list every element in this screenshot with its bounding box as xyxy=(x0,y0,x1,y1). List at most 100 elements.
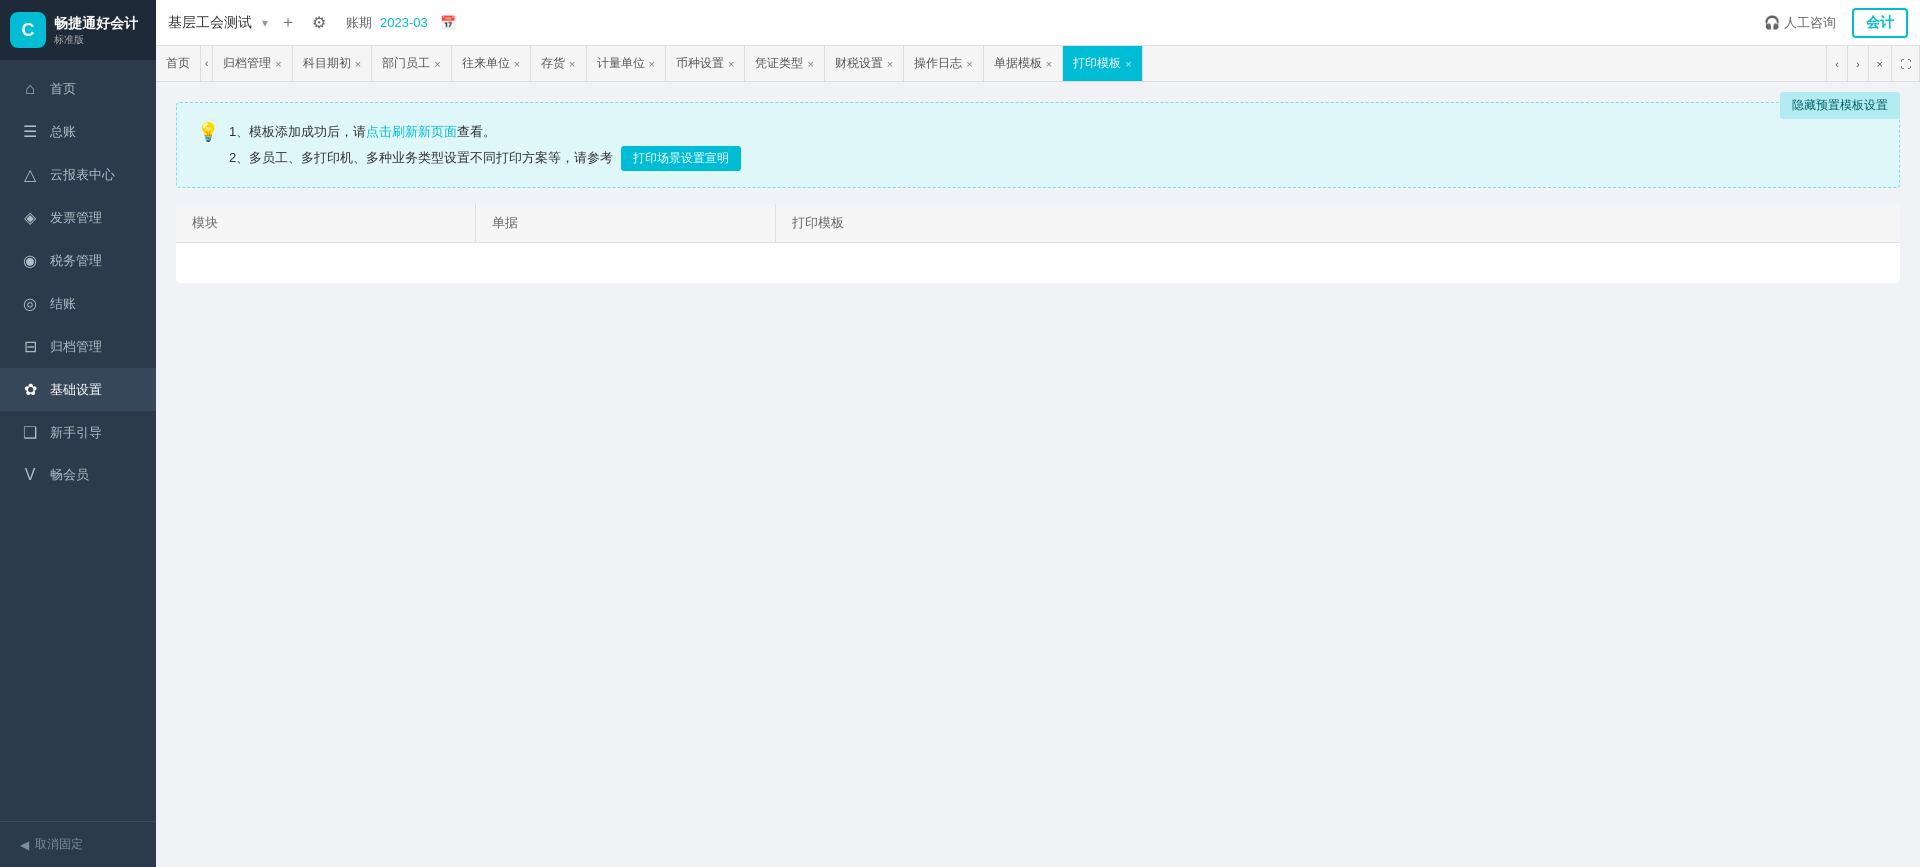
sidebar-item-ledger[interactable]: ☰ 总账 xyxy=(0,110,156,153)
logo-sub-text: 标准版 xyxy=(54,33,138,46)
table-header: 模块 单据 打印模板 xyxy=(176,204,1900,243)
sidebar-item-settings[interactable]: ✿ 基础设置 xyxy=(0,368,156,411)
sidebar-item-reports[interactable]: △ 云报表中心 xyxy=(0,153,156,196)
table-body xyxy=(176,243,1900,283)
col-module: 模块 xyxy=(176,204,476,242)
tab-subject-init-label: 科目期初 xyxy=(303,55,351,72)
sidebar-item-invoice-label: 发票管理 xyxy=(50,209,102,227)
tab-close-icon[interactable]: × xyxy=(569,58,575,70)
notice-line1: 1、模板添加成功后，请点击刷新新页面查看。 xyxy=(229,119,741,145)
sidebar-item-tax-label: 税务管理 xyxy=(50,252,102,270)
sidebar-item-home-label: 首页 xyxy=(50,80,76,98)
tab-close-all-button[interactable]: × xyxy=(1869,46,1892,81)
sidebar-item-archive[interactable]: ⊟ 归档管理 xyxy=(0,325,156,368)
ledger-icon: ☰ xyxy=(20,122,40,141)
calendar-icon[interactable]: 📅 xyxy=(440,15,456,30)
notice-text: 1、模板添加成功后，请点击刷新新页面查看。 2、多员工、多打印机、多种业务类型设… xyxy=(229,119,741,171)
headset-icon: 🎧 xyxy=(1764,15,1780,30)
tab-prev-button[interactable]: ‹ xyxy=(1827,46,1848,81)
tab-tax-settings[interactable]: 财税设置 × xyxy=(825,46,904,81)
archive-icon: ⊟ xyxy=(20,337,40,356)
tab-close-icon[interactable]: × xyxy=(514,58,520,70)
sidebar-item-member-label: 畅会员 xyxy=(50,466,89,484)
tab-operation-log[interactable]: 操作日志 × xyxy=(904,46,983,81)
notice-row: 💡 1、模板添加成功后，请点击刷新新页面查看。 2、多员工、多打印机、多种业务类… xyxy=(197,119,1879,171)
tab-operation-log-label: 操作日志 xyxy=(914,55,962,72)
sidebar-item-guide[interactable]: ❑ 新手引导 xyxy=(0,411,156,454)
tab-unit-measure[interactable]: 计量单位 × xyxy=(587,46,666,81)
invoice-icon: ◈ xyxy=(20,208,40,227)
tab-close-icon[interactable]: × xyxy=(275,58,281,70)
tab-voucher-type-label: 凭证类型 xyxy=(755,55,803,72)
notice-box: 💡 1、模板添加成功后，请点击刷新新页面查看。 2、多员工、多打印机、多种业务类… xyxy=(176,102,1900,188)
home-icon: ⌂ xyxy=(20,80,40,98)
sidebar-item-close[interactable]: ◎ 结账 xyxy=(0,282,156,325)
tax-icon: ◉ xyxy=(20,251,40,270)
tab-close-icon[interactable]: × xyxy=(966,58,972,70)
dropdown-icon[interactable]: ▾ xyxy=(262,16,268,30)
tab-department-staff-label: 部门员工 xyxy=(382,55,430,72)
tab-scroll-left-icon[interactable]: ‹ xyxy=(201,46,213,81)
main-area: 基层工会测试 ▾ ＋ ⚙ 账期 2023-03 📅 🎧 人工咨询 会计 首页 ‹… xyxy=(156,0,1920,867)
company-name[interactable]: 基层工会测试 xyxy=(168,14,252,32)
unpin-button[interactable]: ◀ 取消固定 xyxy=(0,821,156,867)
tab-voucher-type[interactable]: 凭证类型 × xyxy=(745,46,824,81)
tab-tax-settings-label: 财税设置 xyxy=(835,55,883,72)
tab-bar-right-controls: ‹ › × ⛶ xyxy=(1826,46,1920,81)
hide-template-button[interactable]: 隐藏预置模板设置 xyxy=(1780,92,1900,119)
sidebar-item-settings-label: 基础设置 xyxy=(50,381,102,399)
tab-trade-unit-label: 往来单位 xyxy=(462,55,510,72)
unpin-label: 取消固定 xyxy=(35,836,83,853)
tab-next-button[interactable]: › xyxy=(1848,46,1869,81)
tab-print-template-label: 打印模板 xyxy=(1073,55,1121,72)
tab-close-icon[interactable]: × xyxy=(807,58,813,70)
tab-document-template[interactable]: 单据模板 × xyxy=(984,46,1063,81)
settings-icon: ✿ xyxy=(20,380,40,399)
tab-currency[interactable]: 币种设置 × xyxy=(666,46,745,81)
tab-close-icon[interactable]: × xyxy=(728,58,734,70)
tab-expand-button[interactable]: ⛶ xyxy=(1892,46,1920,81)
tab-close-icon[interactable]: × xyxy=(1046,58,1052,70)
tab-inventory-label: 存货 xyxy=(541,55,565,72)
tab-close-icon[interactable]: × xyxy=(887,58,893,70)
tab-home[interactable]: 首页 xyxy=(156,46,201,81)
print-scene-button[interactable]: 打印场景设置宣明 xyxy=(621,146,741,171)
notice-refresh-link[interactable]: 点击刷新新页面 xyxy=(366,124,457,139)
tab-close-icon[interactable]: × xyxy=(1125,58,1131,70)
period-value[interactable]: 2023-03 xyxy=(380,15,428,30)
tab-document-template-label: 单据模板 xyxy=(994,55,1042,72)
sidebar-item-member[interactable]: V 畅会员 xyxy=(0,454,156,496)
service-button[interactable]: 🎧 人工咨询 xyxy=(1756,10,1844,36)
tab-archive-management-label: 归档管理 xyxy=(223,55,271,72)
tab-inventory[interactable]: 存货 × xyxy=(531,46,586,81)
tab-department-staff[interactable]: 部门员工 × xyxy=(372,46,451,81)
sidebar-item-ledger-label: 总账 xyxy=(50,123,76,141)
tab-subject-init[interactable]: 科目期初 × xyxy=(293,46,372,81)
bulb-icon: 💡 xyxy=(197,121,219,143)
tab-print-template[interactable]: 打印模板 × xyxy=(1063,46,1142,81)
tab-bar: 首页 ‹ 归档管理 × 科目期初 × 部门员工 × 往来单位 × 存货 × 计量… xyxy=(156,46,1920,82)
sidebar: C 畅捷通好会计 标准版 ⌂ 首页 ☰ 总账 △ 云报表中心 ◈ 发票管理 ◉ … xyxy=(0,0,156,867)
tab-close-icon[interactable]: × xyxy=(434,58,440,70)
sidebar-item-invoice[interactable]: ◈ 发票管理 xyxy=(0,196,156,239)
notice-line2-prefix: 2、多员工、多打印机、多种业务类型设置不同打印方案等，请参考 xyxy=(229,150,613,165)
sidebar-item-close-label: 结账 xyxy=(50,295,76,313)
tab-close-icon[interactable]: × xyxy=(355,58,361,70)
tab-close-icon[interactable]: × xyxy=(649,58,655,70)
notice-line1-suffix: 查看。 xyxy=(457,124,496,139)
tab-archive-management[interactable]: 归档管理 × xyxy=(213,46,292,81)
sidebar-item-tax[interactable]: ◉ 税务管理 xyxy=(0,239,156,282)
settings-gear-button[interactable]: ⚙ xyxy=(308,9,330,36)
guide-icon: ❑ xyxy=(20,423,40,442)
sidebar-item-home[interactable]: ⌂ 首页 xyxy=(0,68,156,110)
unpin-icon: ◀ xyxy=(20,838,29,852)
sidebar-item-guide-label: 新手引导 xyxy=(50,424,102,442)
tab-currency-label: 币种设置 xyxy=(676,55,724,72)
add-tab-button[interactable]: ＋ xyxy=(276,8,300,37)
data-table: 模块 单据 打印模板 xyxy=(176,204,1900,283)
tab-trade-unit[interactable]: 往来单位 × xyxy=(452,46,531,81)
account-button[interactable]: 会计 xyxy=(1852,8,1908,38)
tab-unit-measure-label: 计量单位 xyxy=(597,55,645,72)
member-icon: V xyxy=(20,466,40,484)
content-area: 隐藏预置模板设置 💡 1、模板添加成功后，请点击刷新新页面查看。 2、多员工、多… xyxy=(156,82,1920,867)
